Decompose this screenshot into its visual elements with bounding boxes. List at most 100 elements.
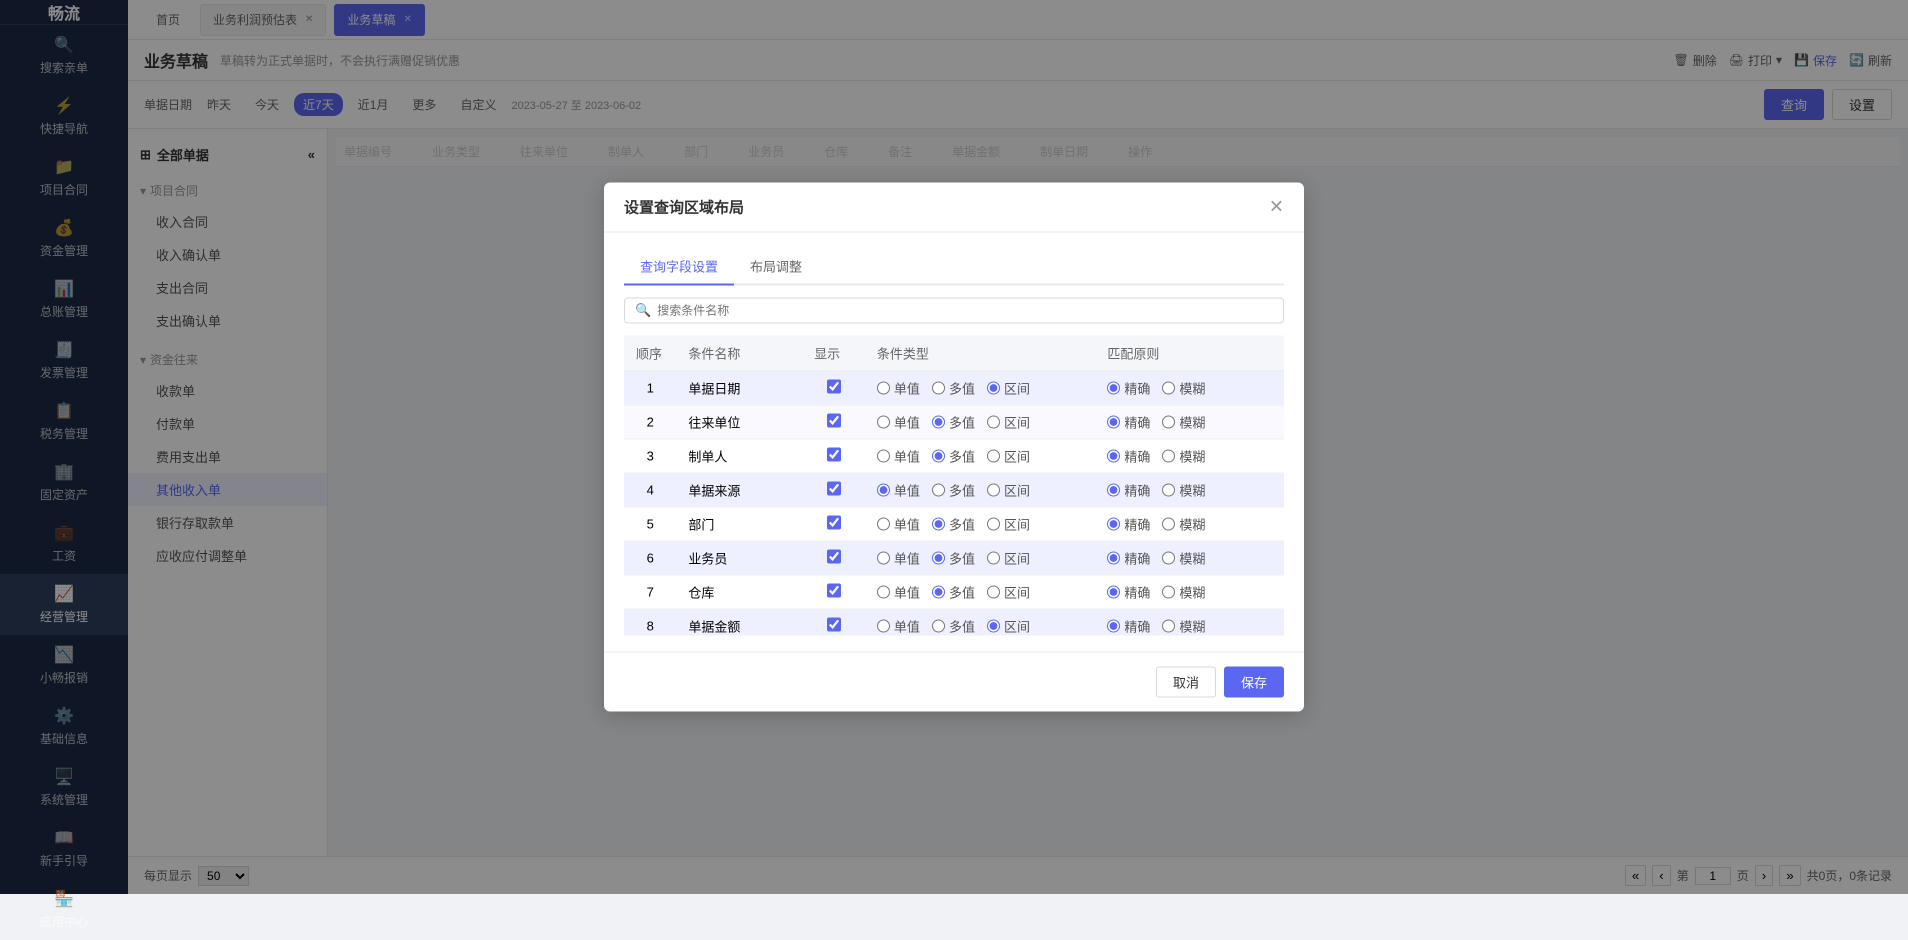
match-fuzzy-label[interactable]: 模糊	[1162, 481, 1205, 500]
match-fuzzy-label[interactable]: 模糊	[1162, 549, 1205, 568]
type-range-radio[interactable]	[987, 552, 1000, 565]
type-multi-label[interactable]: 多值	[932, 515, 975, 534]
match-fuzzy-radio[interactable]	[1162, 382, 1175, 395]
type-single-label[interactable]: 单值	[877, 447, 920, 466]
match-exact-radio[interactable]	[1107, 552, 1120, 565]
type-range-radio[interactable]	[987, 518, 1000, 531]
type-multi-label[interactable]: 多值	[932, 413, 975, 432]
type-single-radio[interactable]	[877, 450, 890, 463]
match-exact-radio[interactable]	[1107, 450, 1120, 463]
type-single-radio[interactable]	[877, 518, 890, 531]
type-multi-radio[interactable]	[932, 484, 945, 497]
type-single-label[interactable]: 单值	[877, 617, 920, 636]
type-range-radio[interactable]	[987, 382, 1000, 395]
row-type: 单值 多值 区间	[865, 371, 1095, 405]
match-exact-label[interactable]: 精确	[1107, 413, 1150, 432]
type-range-radio[interactable]	[987, 416, 1000, 429]
row-show	[802, 575, 865, 609]
type-single-label[interactable]: 单值	[877, 481, 920, 500]
modal-cancel-button[interactable]: 取消	[1156, 667, 1216, 698]
type-multi-radio[interactable]	[932, 450, 945, 463]
match-exact-label[interactable]: 精确	[1107, 447, 1150, 466]
type-range-label[interactable]: 区间	[987, 515, 1030, 534]
type-range-radio[interactable]	[987, 620, 1000, 633]
modal-save-button[interactable]: 保存	[1224, 667, 1284, 698]
match-fuzzy-radio[interactable]	[1162, 416, 1175, 429]
match-fuzzy-label[interactable]: 模糊	[1162, 447, 1205, 466]
type-range-label[interactable]: 区间	[987, 481, 1030, 500]
type-multi-radio[interactable]	[932, 518, 945, 531]
match-fuzzy-radio[interactable]	[1162, 620, 1175, 633]
match-exact-label[interactable]: 精确	[1107, 481, 1150, 500]
type-single-label[interactable]: 单值	[877, 515, 920, 534]
type-range-radio[interactable]	[987, 450, 1000, 463]
type-single-radio[interactable]	[877, 484, 890, 497]
match-fuzzy-label[interactable]: 模糊	[1162, 413, 1205, 432]
type-range-label[interactable]: 区间	[987, 447, 1030, 466]
match-exact-radio[interactable]	[1107, 382, 1120, 395]
row-type: 单值 多值 区间	[865, 609, 1095, 636]
type-single-radio[interactable]	[877, 620, 890, 633]
show-checkbox[interactable]	[827, 414, 841, 428]
modal-tab-layout-adjust[interactable]: 布局调整	[734, 249, 818, 286]
type-multi-label[interactable]: 多值	[932, 583, 975, 602]
type-multi-radio[interactable]	[932, 586, 945, 599]
match-exact-radio[interactable]	[1107, 620, 1120, 633]
type-single-radio[interactable]	[877, 382, 890, 395]
type-multi-label[interactable]: 多值	[932, 379, 975, 398]
row-order: 1	[624, 371, 676, 405]
type-range-label[interactable]: 区间	[987, 617, 1030, 636]
type-single-label[interactable]: 单值	[877, 549, 920, 568]
type-single-label[interactable]: 单值	[877, 379, 920, 398]
show-checkbox[interactable]	[827, 380, 841, 394]
match-fuzzy-radio[interactable]	[1162, 518, 1175, 531]
match-exact-label[interactable]: 精确	[1107, 515, 1150, 534]
match-exact-label[interactable]: 精确	[1107, 379, 1150, 398]
show-checkbox[interactable]	[827, 618, 841, 632]
type-single-label[interactable]: 单值	[877, 583, 920, 602]
type-single-label[interactable]: 单值	[877, 413, 920, 432]
match-fuzzy-label[interactable]: 模糊	[1162, 583, 1205, 602]
type-range-label[interactable]: 区间	[987, 549, 1030, 568]
match-fuzzy-label[interactable]: 模糊	[1162, 515, 1205, 534]
show-checkbox[interactable]	[827, 448, 841, 462]
type-single-radio[interactable]	[877, 416, 890, 429]
match-fuzzy-radio[interactable]	[1162, 552, 1175, 565]
type-multi-radio[interactable]	[932, 620, 945, 633]
type-multi-label[interactable]: 多值	[932, 617, 975, 636]
type-multi-radio[interactable]	[932, 416, 945, 429]
type-range-label[interactable]: 区间	[987, 379, 1030, 398]
match-fuzzy-label[interactable]: 模糊	[1162, 379, 1205, 398]
modal-search-input[interactable]	[657, 304, 857, 318]
type-multi-radio[interactable]	[932, 552, 945, 565]
match-exact-radio[interactable]	[1107, 484, 1120, 497]
type-multi-radio[interactable]	[932, 382, 945, 395]
match-exact-radio[interactable]	[1107, 586, 1120, 599]
match-fuzzy-radio[interactable]	[1162, 484, 1175, 497]
type-multi-label[interactable]: 多值	[932, 481, 975, 500]
match-fuzzy-radio[interactable]	[1162, 586, 1175, 599]
type-multi-label[interactable]: 多值	[932, 549, 975, 568]
match-fuzzy-label[interactable]: 模糊	[1162, 617, 1205, 636]
match-exact-radio[interactable]	[1107, 518, 1120, 531]
match-fuzzy-radio[interactable]	[1162, 450, 1175, 463]
show-checkbox[interactable]	[827, 550, 841, 564]
match-exact-label[interactable]: 精确	[1107, 617, 1150, 636]
type-multi-label[interactable]: 多值	[932, 447, 975, 466]
type-range-radio[interactable]	[987, 586, 1000, 599]
row-name: 单据金额	[676, 609, 802, 636]
row-show	[802, 371, 865, 405]
type-range-label[interactable]: 区间	[987, 583, 1030, 602]
modal-tab-field-settings[interactable]: 查询字段设置	[624, 249, 734, 286]
type-single-radio[interactable]	[877, 552, 890, 565]
show-checkbox[interactable]	[827, 482, 841, 496]
type-single-radio[interactable]	[877, 586, 890, 599]
type-range-label[interactable]: 区间	[987, 413, 1030, 432]
modal-close-button[interactable]: ✕	[1269, 197, 1284, 218]
match-exact-label[interactable]: 精确	[1107, 583, 1150, 602]
show-checkbox[interactable]	[827, 516, 841, 530]
match-exact-radio[interactable]	[1107, 416, 1120, 429]
type-range-radio[interactable]	[987, 484, 1000, 497]
show-checkbox[interactable]	[827, 584, 841, 598]
match-exact-label[interactable]: 精确	[1107, 549, 1150, 568]
